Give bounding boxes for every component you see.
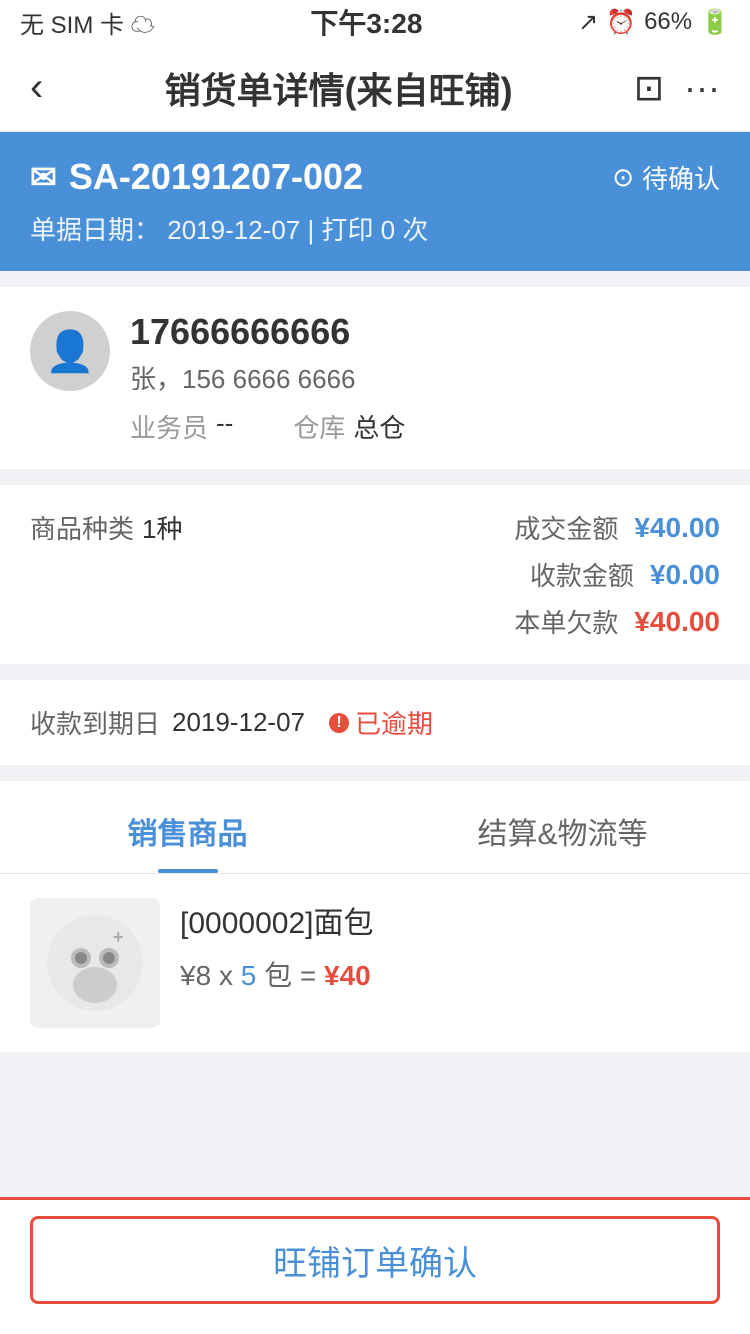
received-row: 收款金额 ¥0.00	[530, 556, 720, 593]
svg-text:+: +	[113, 927, 124, 947]
summary-section: 商品种类 1种 成交金额 ¥40.00 收款金额 ¥0.00 本单欠款 ¥40.…	[0, 485, 750, 664]
battery-icon: 🔋	[700, 8, 730, 37]
order-number: ✉ SA-20191207-002	[30, 156, 363, 198]
product-price-row: ¥8 x 5 包 = ¥40	[180, 954, 720, 994]
category-item: 商品种类 1种	[30, 509, 182, 546]
product-multiply: x	[219, 960, 241, 991]
warehouse-item: 仓库 总仓	[293, 408, 405, 445]
product-total: ¥40	[324, 960, 371, 991]
order-header-card: ✉ SA-20191207-002 ⊙ 待确认 单据日期： 2019-12-07…	[0, 132, 750, 271]
sim-status: 无 SIM 卡 ☁	[20, 5, 155, 40]
order-number-text: SA-20191207-002	[69, 156, 363, 198]
tabs-section: 销售商品 结算&物流等	[0, 781, 750, 1053]
tab-sales-label: 销售商品	[128, 818, 248, 851]
status-icon: ⊙	[612, 162, 634, 193]
sales-rep-label: 业务员	[130, 408, 208, 445]
tabs-row: 销售商品 结算&物流等	[0, 781, 750, 874]
overdue-text: 已逾期	[355, 704, 433, 741]
product-unit: 包	[264, 960, 292, 991]
location-icon: ↗	[578, 8, 598, 37]
customer-avatar: 👤	[30, 311, 110, 391]
nav-right: ⊡ ···	[634, 67, 720, 109]
transaction-row: 成交金额 ¥40.00	[514, 509, 720, 546]
product-details: [0000002]面包 ¥8 x 5 包 = ¥40	[180, 898, 720, 994]
product-quantity: 5	[241, 960, 257, 991]
customer-meta: 业务员 -- 仓库 总仓	[130, 408, 720, 445]
due-date-label: 收款到期日	[30, 704, 160, 741]
nav-left: ‹	[30, 65, 43, 110]
received-value: ¥0.00	[650, 559, 720, 591]
battery-level: 66%	[644, 8, 692, 36]
overdue-badge: ! 已逾期	[317, 700, 445, 745]
order-date-row: 单据日期： 2019-12-07 | 打印 0 次	[30, 210, 720, 247]
page-title: 销货单详情(来自旺铺)	[165, 62, 513, 114]
customer-name: 张，156 6666 6666	[130, 359, 720, 396]
order-icon: ✉	[30, 158, 57, 196]
order-status-badge: ⊙ 待确认	[612, 159, 720, 196]
product-name: [0000002]面包	[180, 898, 720, 942]
product-logo-icon: +	[45, 913, 145, 1013]
transaction-value: ¥40.00	[634, 512, 720, 544]
status-bar: 无 SIM 卡 ☁ 下午3:28 ↗ ⏰ 66% 🔋	[0, 0, 750, 44]
bottom-bar: 旺铺订单确认	[0, 1197, 750, 1334]
owed-row: 本单欠款 ¥40.00	[514, 603, 720, 640]
transaction-label: 成交金额	[514, 509, 618, 546]
due-date-section: 收款到期日 2019-12-07 ! 已逾期	[0, 680, 750, 765]
avatar-icon: 👤	[45, 328, 95, 375]
print-info: | 打印 0 次	[307, 215, 428, 245]
due-date-value: 2019-12-07	[172, 707, 305, 738]
status-bar-left: 无 SIM 卡 ☁	[20, 5, 155, 40]
status-bar-right: ↗ ⏰ 66% 🔋	[578, 8, 730, 37]
status-text: 待确认	[642, 159, 720, 196]
customer-phone: 17666666666	[130, 311, 720, 353]
nav-bar: ‹ 销货单详情(来自旺铺) ⊡ ···	[0, 44, 750, 132]
product-equals: =	[300, 960, 324, 991]
share-button[interactable]: ⊡	[634, 67, 664, 109]
sales-rep-item: 业务员 --	[130, 408, 233, 445]
back-button[interactable]: ‹	[30, 65, 43, 110]
product-list: + [0000002]面包 ¥8 x 5 包 = ¥40	[0, 874, 750, 1053]
warehouse-value: 总仓	[353, 408, 405, 445]
owed-value: ¥40.00	[634, 606, 720, 638]
customer-info: 17666666666 张，156 6666 6666 业务员 -- 仓库 总仓	[130, 311, 720, 445]
category-label: 商品种类	[30, 509, 134, 546]
tab-settlement[interactable]: 结算&物流等	[375, 781, 750, 873]
order-date: 2019-12-07	[167, 215, 300, 245]
owed-label: 本单欠款	[514, 603, 618, 640]
date-label: 单据日期：	[30, 215, 160, 245]
tab-settlement-label: 结算&物流等	[477, 818, 647, 851]
product-price: ¥8	[180, 960, 211, 991]
received-label: 收款金额	[530, 556, 634, 593]
product-thumbnail: +	[30, 898, 160, 1028]
alarm-icon: ⏰	[606, 8, 636, 37]
category-value: 1种	[142, 509, 182, 546]
confirm-button-label: 旺铺订单确认	[273, 1236, 477, 1285]
overdue-warning-icon: !	[329, 713, 349, 733]
status-bar-time: 下午3:28	[310, 2, 422, 42]
sales-rep-value: --	[216, 408, 233, 445]
wangpu-confirm-button[interactable]: 旺铺订单确认	[30, 1216, 720, 1304]
tab-sales-products[interactable]: 销售商品	[0, 781, 375, 873]
amounts-column: 成交金额 ¥40.00 收款金额 ¥0.00 本单欠款 ¥40.00	[514, 509, 720, 640]
customer-section: 👤 17666666666 张，156 6666 6666 业务员 -- 仓库 …	[0, 287, 750, 469]
table-row: + [0000002]面包 ¥8 x 5 包 = ¥40	[0, 874, 750, 1053]
more-button[interactable]: ···	[684, 67, 720, 109]
warehouse-label: 仓库	[293, 408, 345, 445]
